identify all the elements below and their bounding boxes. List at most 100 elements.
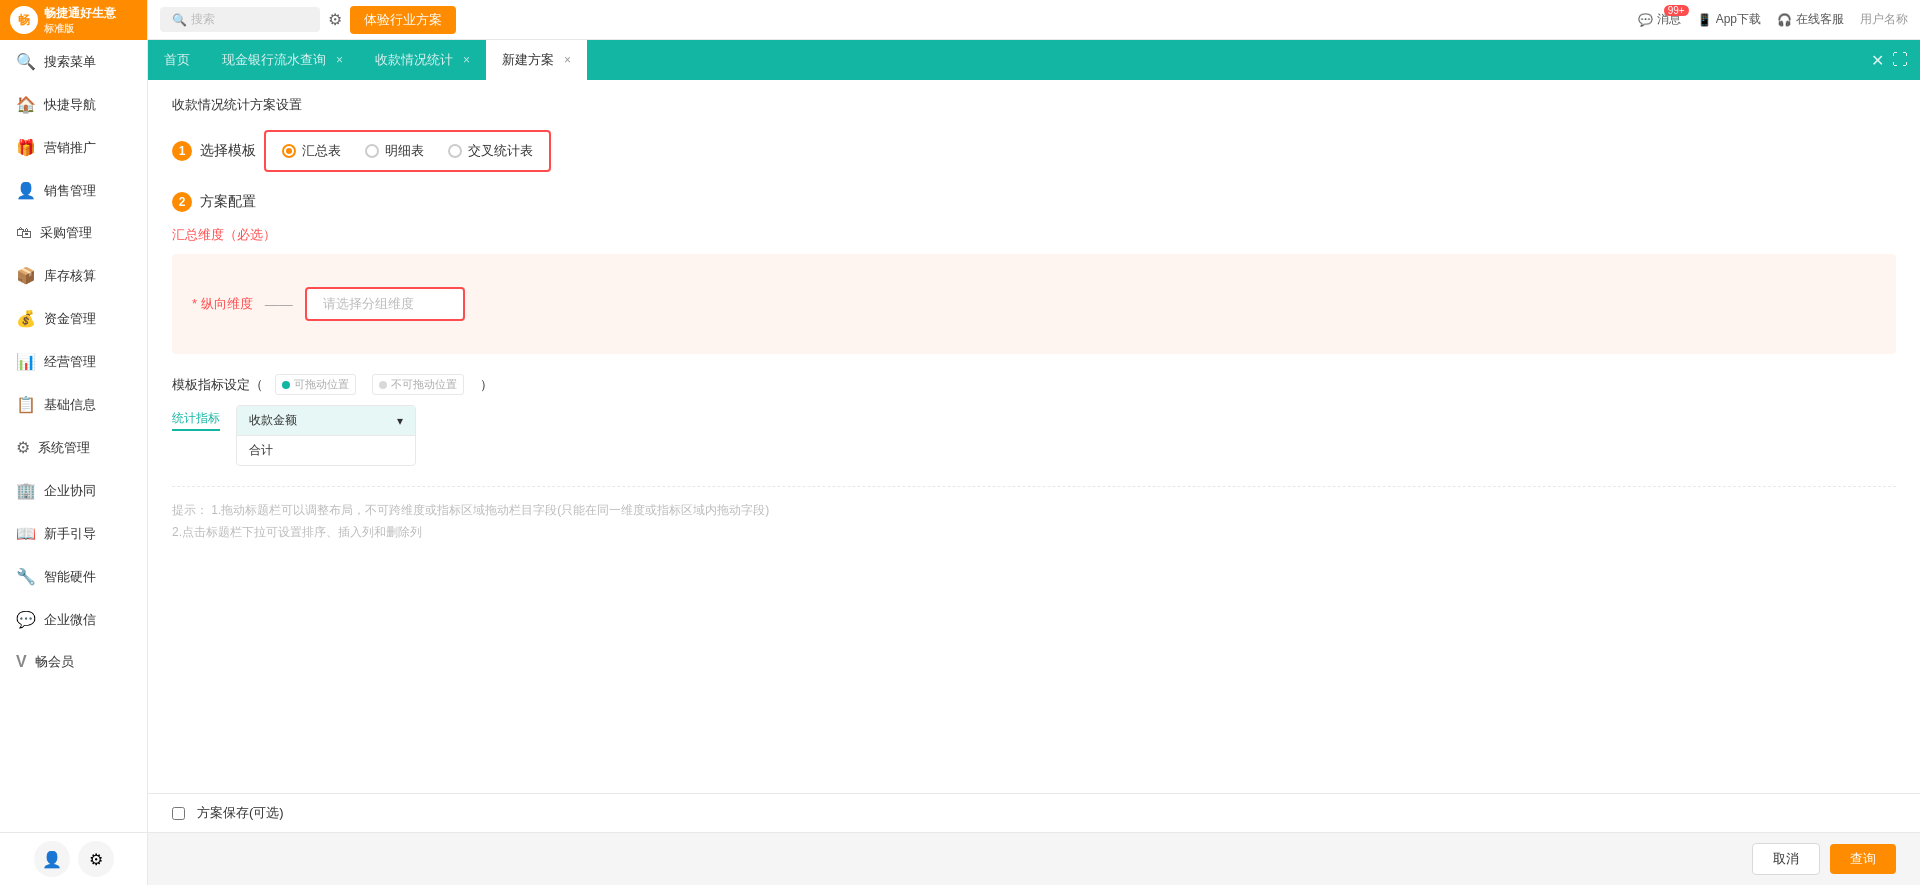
tab-home[interactable]: 首页 xyxy=(148,40,206,80)
cancel-button[interactable]: 取消 xyxy=(1752,843,1820,875)
sidebar-label-marketing: 营销推广 xyxy=(44,139,96,157)
query-button[interactable]: 查询 xyxy=(1830,844,1896,874)
page-footer: 方案保存(可选) xyxy=(148,793,1920,832)
topbar-search-text: 搜索 xyxy=(191,11,215,28)
dimension-area: * 纵向维度 —— 请选择分组维度 xyxy=(172,254,1896,354)
radio-cross[interactable] xyxy=(448,144,462,158)
tabbar-expand-icon[interactable]: ⛶ xyxy=(1892,51,1908,69)
config-section: 汇总维度（必选） * 纵向维度 —— 请选择分组维度 xyxy=(172,226,1896,555)
dimension-select-btn[interactable]: 请选择分组维度 xyxy=(305,287,465,321)
dimension-arrow: —— xyxy=(265,296,293,312)
sidebar-label-quick-nav: 快捷导航 xyxy=(44,96,96,114)
topbar-search-icon: 🔍 xyxy=(172,13,187,27)
trial-button[interactable]: 体验行业方案 xyxy=(350,6,456,34)
indicators-title: 模板指标设定（ xyxy=(172,376,263,394)
service-btn[interactable]: 🎧 在线客服 xyxy=(1777,11,1844,28)
member-icon: V xyxy=(16,653,27,671)
template-option-summary[interactable]: 汇总表 xyxy=(282,142,341,160)
clipboard-icon: 📋 xyxy=(16,395,36,414)
tab-new-plan[interactable]: 新建方案 × xyxy=(486,40,587,80)
search-icon: 🔍 xyxy=(16,52,36,71)
sidebar-label-inventory: 库存核算 xyxy=(44,267,96,285)
sidebar-item-wechat[interactable]: 💬 企业微信 xyxy=(0,598,147,641)
dimension-placeholder: 请选择分组维度 xyxy=(323,296,414,311)
radio-summary[interactable] xyxy=(282,144,296,158)
book-icon: 📖 xyxy=(16,524,36,543)
bag-icon: 🛍 xyxy=(16,224,32,242)
tab-bank-close-icon[interactable]: × xyxy=(336,53,343,67)
sidebar-label-member: 畅会员 xyxy=(35,653,74,671)
sidebar-item-guide[interactable]: 📖 新手引导 xyxy=(0,512,147,555)
tabbar: 首页 现金银行流水查询 × 收款情况统计 × 新建方案 × ✕ ⛶ xyxy=(148,40,1920,80)
download-label: App下载 xyxy=(1716,11,1761,28)
tab-receipts[interactable]: 收款情况统计 × xyxy=(359,40,486,80)
hardware-icon: 🔧 xyxy=(16,567,36,586)
fixed-dot xyxy=(379,381,387,389)
wechat-icon: 💬 xyxy=(16,610,36,629)
stats-dropdown-icon[interactable]: ▾ xyxy=(397,414,403,428)
sidebar-item-sales[interactable]: 👤 销售管理 xyxy=(0,169,147,212)
topbar: 🔍 搜索 ⚙ 体验行业方案 💬 消息 99+ 📱 App下载 🎧 在线客服 用户… xyxy=(148,0,1920,40)
sidebar-logo: 畅 畅捷通好生意 标准版 xyxy=(0,0,147,40)
save-plan-checkbox[interactable] xyxy=(172,807,185,820)
message-icon: 💬 xyxy=(1638,13,1653,27)
sidebar-item-inventory[interactable]: 📦 库存核算 xyxy=(0,254,147,297)
logo-text: 畅捷通好生意 标准版 xyxy=(44,5,116,36)
download-btn[interactable]: 📱 App下载 xyxy=(1697,11,1761,28)
user-name[interactable]: 用户名称 xyxy=(1860,11,1908,28)
stats-table: 收款金额 ▾ 合计 xyxy=(236,405,416,466)
tab-bank-label: 现金银行流水查询 xyxy=(222,51,326,69)
step2-title: 方案配置 xyxy=(200,193,256,211)
template-cross-label: 交叉统计表 xyxy=(468,142,533,160)
sidebar-label-system: 系统管理 xyxy=(38,439,90,457)
sidebar-item-system[interactable]: ⚙ 系统管理 xyxy=(0,426,147,469)
sidebar-footer-btn-2[interactable]: ⚙ xyxy=(78,841,114,877)
sidebar-item-marketing[interactable]: 🎁 营销推广 xyxy=(0,126,147,169)
radio-detail[interactable] xyxy=(365,144,379,158)
sidebar-item-finance[interactable]: 💰 资金管理 xyxy=(0,297,147,340)
app-name: 畅捷通好生意 xyxy=(44,5,116,22)
sidebar-label-finance: 资金管理 xyxy=(44,310,96,328)
tab-receipts-label: 收款情况统计 xyxy=(375,51,453,69)
sidebar-footer: 👤 ⚙ xyxy=(0,832,147,885)
box-icon: 📦 xyxy=(16,266,36,285)
topbar-search[interactable]: 🔍 搜索 xyxy=(160,7,320,32)
tab-bank[interactable]: 现金银行流水查询 × xyxy=(206,40,359,80)
topbar-settings-icon[interactable]: ⚙ xyxy=(328,10,342,29)
step1-title: 选择模板 xyxy=(200,142,256,160)
template-option-cross[interactable]: 交叉统计表 xyxy=(448,142,533,160)
message-count: 99+ xyxy=(1664,5,1689,16)
money-icon: 💰 xyxy=(16,309,36,328)
tabbar-actions: ✕ ⛶ xyxy=(1871,51,1920,70)
fixed-label: 不可拖动位置 xyxy=(391,377,457,392)
sidebar-item-search[interactable]: 🔍 搜索菜单 xyxy=(0,40,147,83)
sidebar-label-guide: 新手引导 xyxy=(44,525,96,543)
tab-new-plan-label: 新建方案 xyxy=(502,51,554,69)
sidebar-item-hardware[interactable]: 🔧 智能硬件 xyxy=(0,555,147,598)
sidebar: 畅 畅捷通好生意 标准版 🔍 搜索菜单 🏠 快捷导航 🎁 营销推广 👤 销售管理… xyxy=(0,0,148,885)
app-version: 标准版 xyxy=(44,22,116,36)
sidebar-footer-btn-1[interactable]: 👤 xyxy=(34,841,70,877)
stats-area: 统计指标 收款金额 ▾ 合计 xyxy=(172,405,1896,466)
template-option-detail[interactable]: 明细表 xyxy=(365,142,424,160)
sidebar-item-operation[interactable]: 📊 经营管理 xyxy=(0,340,147,383)
sidebar-item-quick-nav[interactable]: 🏠 快捷导航 xyxy=(0,83,147,126)
step2-section: 2 方案配置 汇总维度（必选） * 纵向维度 —— 请选择分组维度 xyxy=(172,192,1896,555)
tab-new-plan-close-icon[interactable]: × xyxy=(564,53,571,67)
topbar-right: 💬 消息 99+ 📱 App下载 🎧 在线客服 用户名称 xyxy=(1638,11,1908,28)
step1-badge: 1 xyxy=(172,141,192,161)
tabbar-close-icon[interactable]: ✕ xyxy=(1871,51,1884,70)
save-plan-label: 方案保存(可选) xyxy=(197,804,284,822)
sidebar-item-corp[interactable]: 🏢 企业协同 xyxy=(0,469,147,512)
sidebar-label-wechat: 企业微信 xyxy=(44,611,96,629)
tips-line1: 提示： 1.拖动标题栏可以调整布局，不可跨维度或指标区域拖动栏目字段(只能在同一… xyxy=(172,499,1896,521)
message-badge[interactable]: 💬 消息 99+ xyxy=(1638,11,1681,28)
sidebar-item-purchase[interactable]: 🛍 采购管理 xyxy=(0,212,147,254)
tab-receipts-close-icon[interactable]: × xyxy=(463,53,470,67)
sidebar-item-member[interactable]: V 畅会员 xyxy=(0,641,147,683)
stats-table-header[interactable]: 收款金额 ▾ xyxy=(237,406,415,436)
main-area: 🔍 搜索 ⚙ 体验行业方案 💬 消息 99+ 📱 App下载 🎧 在线客服 用户… xyxy=(148,0,1920,885)
draggable-tag: 可拖动位置 xyxy=(275,374,356,395)
stats-section-label: 统计指标 xyxy=(172,405,220,435)
sidebar-item-basic[interactable]: 📋 基础信息 xyxy=(0,383,147,426)
